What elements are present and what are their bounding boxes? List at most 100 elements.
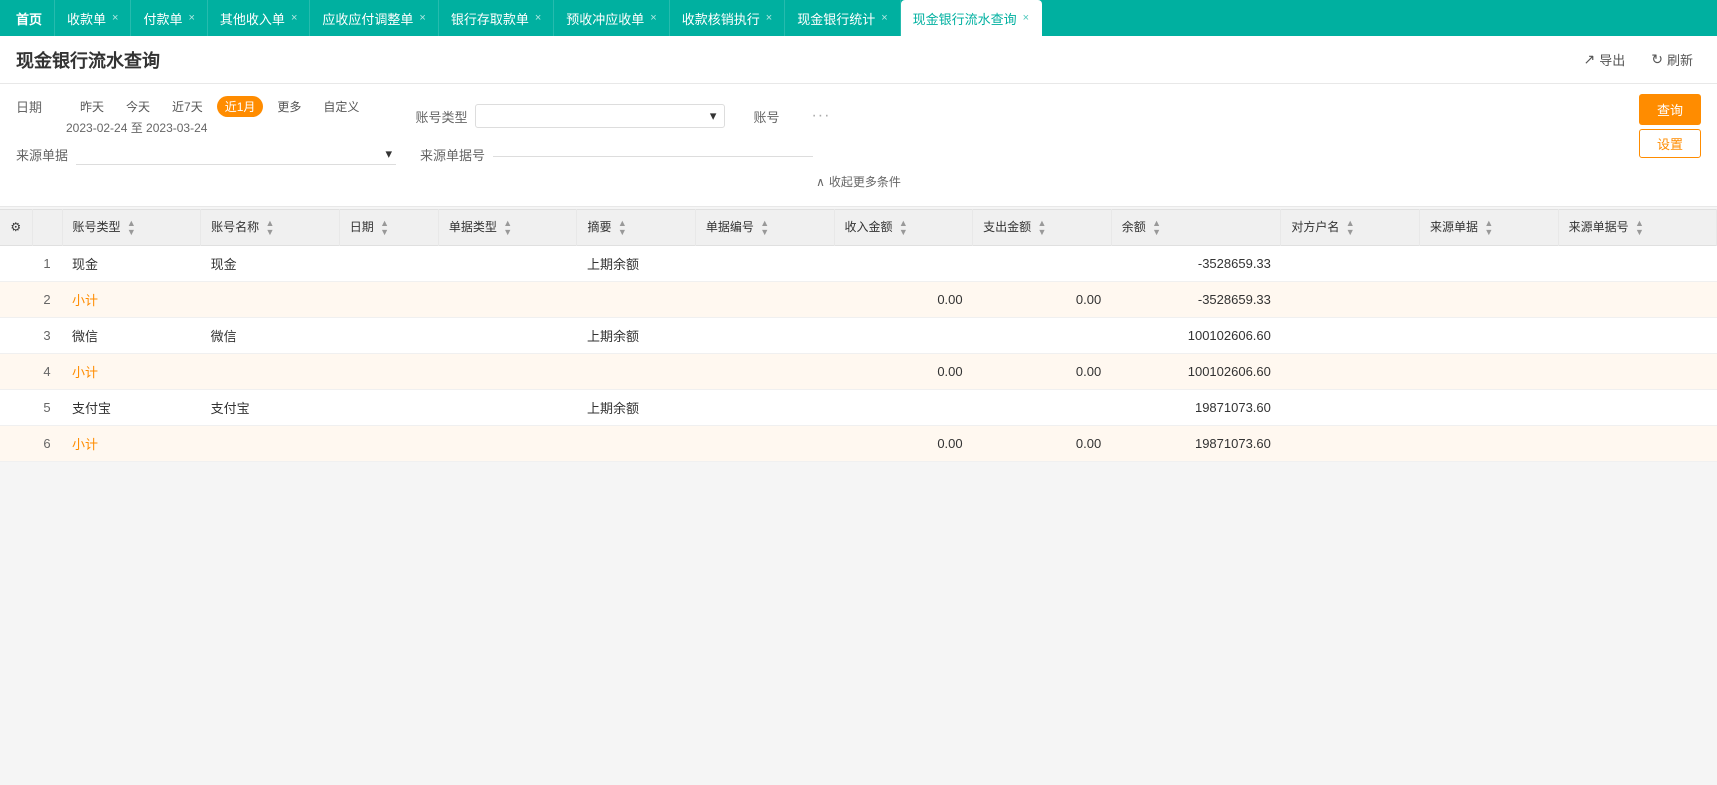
nav-advance-receipt[interactable]: 预收冲应收单 × (554, 0, 669, 36)
nav-other-income-close[interactable]: × (291, 12, 297, 24)
nav-adjustment-close[interactable]: × (419, 12, 425, 24)
export-button[interactable]: ↗ 导出 (1576, 46, 1634, 73)
row-date (339, 245, 438, 281)
date-options: 昨天 今天 近7天 近1月 更多 自定义 (72, 96, 367, 117)
collapse-icon: ∧ (816, 175, 825, 189)
th-settings[interactable]: ⚙ (0, 210, 32, 246)
row-counterpart (1281, 281, 1420, 317)
th-source-doc-no[interactable]: 来源单据号 ▲▼ (1558, 210, 1716, 246)
nav-bank-deposit[interactable]: 银行存取款单 × (439, 0, 554, 36)
row-source-doc-no (1558, 389, 1716, 425)
nav-bank-flow[interactable]: 现金银行流水查询 × (901, 0, 1042, 36)
nav-advance-receipt-close[interactable]: × (650, 12, 656, 24)
row-date (339, 425, 438, 461)
nav-bank-stats[interactable]: 现金银行统计 × (785, 0, 900, 36)
table-body: 1现金现金上期余额-3528659.332小计0.000.00-3528659.… (0, 245, 1717, 461)
nav-collection-exec[interactable]: 收款核销执行 × (670, 0, 785, 36)
row-balance: 100102606.60 (1111, 317, 1281, 353)
row-summary (577, 281, 695, 317)
query-button[interactable]: 查询 (1639, 94, 1701, 125)
source-doc-label: 来源单据 (16, 145, 68, 164)
account-no-label: 账号 (753, 107, 803, 126)
nav-home[interactable]: 首页 (4, 0, 55, 36)
row-doc-no (695, 317, 834, 353)
date-opt-yesterday[interactable]: 昨天 (72, 96, 112, 117)
date-opt-custom[interactable]: 自定义 (315, 96, 367, 117)
row-summary (577, 353, 695, 389)
nav-bank-deposit-label: 银行存取款单 (451, 9, 529, 28)
row-gear (0, 425, 32, 461)
row-source-doc (1420, 245, 1559, 281)
date-opt-more[interactable]: 更多 (269, 96, 309, 117)
row-account-type: 现金 (62, 245, 201, 281)
nav-bank-flow-label: 现金银行流水查询 (913, 9, 1017, 28)
nav-bank-stats-close[interactable]: × (881, 12, 887, 24)
row-summary (577, 425, 695, 461)
sort-expense: ▲▼ (1037, 219, 1046, 237)
row-income (834, 389, 973, 425)
date-opt-1month[interactable]: 近1月 (217, 96, 264, 117)
date-opt-today[interactable]: 今天 (118, 96, 158, 117)
nav-adjustment[interactable]: 应收应付调整单 × (310, 0, 438, 36)
row-account-name: 支付宝 (201, 389, 340, 425)
nav-collection-exec-close[interactable]: × (766, 12, 772, 24)
account-no-dots[interactable]: ··· (811, 107, 830, 125)
nav-bank-flow-close[interactable]: × (1023, 12, 1029, 24)
row-source-doc-no (1558, 317, 1716, 353)
th-balance[interactable]: 余额 ▲▼ (1111, 210, 1281, 246)
row-date (339, 353, 438, 389)
data-table: ⚙ 账号类型 ▲▼ 账号名称 ▲▼ 日期 ▲▼ 单据类型 ▲▼ (0, 209, 1717, 462)
row-expense: 0.00 (973, 353, 1112, 389)
th-date[interactable]: 日期 ▲▼ (339, 210, 438, 246)
th-doc-type[interactable]: 单据类型 ▲▼ (438, 210, 577, 246)
row-account-name: 现金 (201, 245, 340, 281)
row-income (834, 317, 973, 353)
sort-account-type: ▲▼ (127, 219, 136, 237)
th-counterpart[interactable]: 对方户名 ▲▼ (1281, 210, 1420, 246)
row-doc-type (438, 281, 577, 317)
th-expense[interactable]: 支出金额 ▲▼ (973, 210, 1112, 246)
row-counterpart (1281, 353, 1420, 389)
row-income: 0.00 (834, 425, 973, 461)
row-expense (973, 245, 1112, 281)
th-income[interactable]: 收入金额 ▲▼ (834, 210, 973, 246)
header-actions: ↗ 导出 ↻ 刷新 (1576, 46, 1702, 73)
sort-balance: ▲▼ (1152, 219, 1161, 237)
settings-button[interactable]: 设置 (1639, 129, 1701, 158)
row-balance: 19871073.60 (1111, 389, 1281, 425)
collapse-bar[interactable]: ∧ 收起更多条件 (16, 169, 1701, 198)
date-opt-7days[interactable]: 近7天 (164, 96, 211, 117)
source-doc-select[interactable]: ▾ (76, 144, 396, 165)
nav-collection-close[interactable]: × (112, 12, 118, 24)
table-row: 1现金现金上期余额-3528659.33 (0, 245, 1717, 281)
refresh-button[interactable]: ↻ 刷新 (1643, 46, 1701, 73)
row-counterpart (1281, 317, 1420, 353)
th-account-type[interactable]: 账号类型 ▲▼ (62, 210, 201, 246)
nav-adjustment-label: 应收应付调整单 (322, 9, 413, 28)
nav-other-income[interactable]: 其他收入单 × (208, 0, 310, 36)
filter-area: 日期 昨天 今天 近7天 近1月 更多 自定义 2023-02-24 至 202… (0, 84, 1717, 207)
th-source-doc[interactable]: 来源单据 ▲▼ (1420, 210, 1559, 246)
nav-collection[interactable]: 收款单 × (55, 0, 131, 36)
th-summary[interactable]: 摘要 ▲▼ (577, 210, 695, 246)
row-counterpart (1281, 245, 1420, 281)
row-doc-type (438, 353, 577, 389)
sort-source-doc-no: ▲▼ (1635, 219, 1644, 237)
table-row: 4小计0.000.00100102606.60 (0, 353, 1717, 389)
refresh-icon: ↻ (1651, 51, 1663, 68)
row-doc-type (438, 389, 577, 425)
source-doc-no-input[interactable] (493, 152, 813, 157)
sort-doc-no: ▲▼ (760, 219, 769, 237)
source-doc-arrow: ▾ (385, 146, 392, 162)
date-range-text: 2023-02-24 至 2023-03-24 (66, 119, 367, 136)
row-account-name: 微信 (201, 317, 340, 353)
row-source-doc (1420, 281, 1559, 317)
nav-payment[interactable]: 付款单 × (131, 0, 207, 36)
nav-payment-close[interactable]: × (188, 12, 194, 24)
th-doc-no[interactable]: 单据编号 ▲▼ (695, 210, 834, 246)
th-account-name[interactable]: 账号名称 ▲▼ (201, 210, 340, 246)
row-expense (973, 389, 1112, 425)
account-type-select[interactable]: ▾ (475, 104, 725, 128)
row-balance: -3528659.33 (1111, 245, 1281, 281)
nav-bank-deposit-close[interactable]: × (535, 12, 541, 24)
